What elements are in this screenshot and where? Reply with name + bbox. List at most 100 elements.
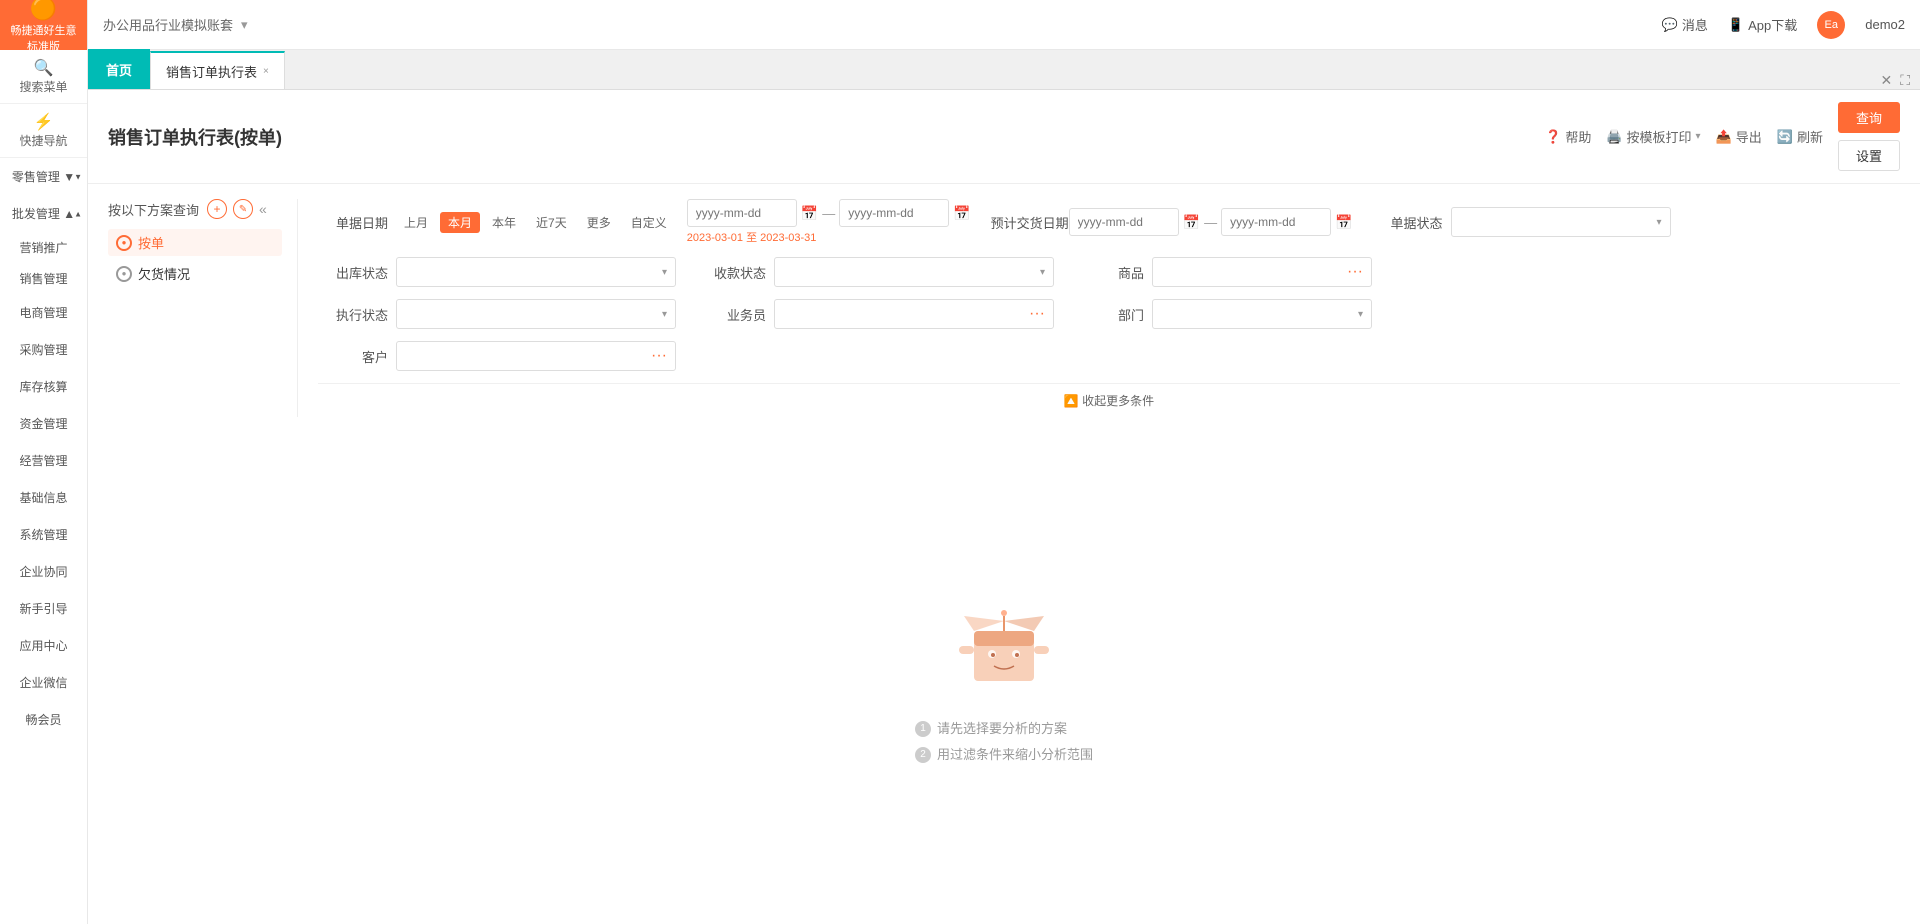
date-tag-more[interactable]: 更多 <box>579 212 619 233</box>
exec-caret: ▾ <box>662 309 667 320</box>
message-label: 消息 <box>1682 15 1708 34</box>
sidebar-search-label: 搜索菜单 <box>10 78 77 95</box>
receipt-status-select[interactable]: ▾ <box>774 257 1054 287</box>
tab-sales-order[interactable]: 销售订单执行表 × <box>150 51 285 89</box>
scheme-item-0[interactable]: ● 按单 <box>108 229 282 256</box>
sidebar-item-system[interactable]: 系统管理 <box>0 516 87 553</box>
refresh-icon: 🔄 <box>1777 129 1793 145</box>
scheme-icon-0: ● <box>116 235 132 251</box>
customer-ellipsis[interactable]: ··· <box>651 347 667 365</box>
edit-scheme-btn[interactable]: ✎ <box>233 199 253 219</box>
sidebar-item-ecommerce[interactable]: 电商管理 <box>0 294 87 331</box>
help-btn[interactable]: ❓ 帮助 <box>1545 127 1591 146</box>
expected-cal-from-icon[interactable]: 📅 <box>1183 214 1200 231</box>
exec-status-select[interactable]: ▾ <box>396 299 676 329</box>
customer-select[interactable]: ··· <box>396 341 676 371</box>
settings-btn[interactable]: 设置 <box>1838 140 1900 171</box>
app-download-btn[interactable]: 📱 App下载 <box>1728 15 1797 34</box>
scheme-icon-1: ● <box>116 266 132 282</box>
collapse-more-btn[interactable]: 🔼 收起更多条件 <box>318 383 1900 417</box>
goods-select[interactable]: ··· <box>1152 257 1372 287</box>
message-btn[interactable]: 💬 消息 <box>1662 15 1708 34</box>
filter-delivery-field: 出库状态 ▾ <box>318 257 676 287</box>
breadcrumb-arrow[interactable]: ▾ <box>241 17 248 33</box>
date-to-input[interactable] <box>839 199 949 227</box>
date-tag-7days[interactable]: 近7天 <box>528 212 575 233</box>
sidebar-item-finance[interactable]: 资金管理 <box>0 405 87 442</box>
expected-date-sep: — <box>1204 215 1217 230</box>
salesperson-ellipsis[interactable]: ··· <box>1029 305 1045 323</box>
export-btn[interactable]: 📤 导出 <box>1716 127 1762 146</box>
sidebar-item-basic[interactable]: 基础信息 <box>0 479 87 516</box>
sidebar-item-wholesale[interactable]: 批发管理 ▲ <box>0 195 87 232</box>
scheme-actions: + ✎ « <box>207 199 267 219</box>
sidebar-item-operations[interactable]: 经营管理 <box>0 442 87 479</box>
user-name[interactable]: demo2 <box>1865 17 1905 32</box>
date-tag-custom[interactable]: 自定义 <box>623 212 675 233</box>
app-download-label: App下载 <box>1748 15 1797 34</box>
date-tag-prev-month[interactable]: 上月 <box>396 212 436 233</box>
sidebar-sub-sales[interactable]: 销售管理 <box>0 263 87 294</box>
date-tag-this-month[interactable]: 本月 <box>440 212 480 233</box>
add-scheme-btn[interactable]: + <box>207 199 227 219</box>
empty-illustration <box>954 596 1054 696</box>
window-close-btn[interactable]: ✕ <box>1880 72 1892 89</box>
scheme-label-1: 欠货情况 <box>138 264 190 283</box>
sidebar-item-purchase[interactable]: 采购管理 <box>0 331 87 368</box>
filter-row-1: 单据日期 上月 本月 本年 近7天 更多 自定义 <box>318 199 1900 245</box>
exec-label: 执行状态 <box>318 305 388 324</box>
user-avatar[interactable]: Ea <box>1817 11 1845 39</box>
tip-num-2: 2 <box>915 747 931 763</box>
sidebar-sub-marketing[interactable]: 营销推广 <box>0 232 87 263</box>
sidebar-item-retail[interactable]: 零售管理 ▼ <box>0 158 87 195</box>
goods-ellipsis[interactable]: ··· <box>1347 263 1363 281</box>
export-icon: 📤 <box>1716 129 1732 145</box>
sidebar-item-newbie[interactable]: 新手引导 <box>0 590 87 627</box>
topbar-right: 💬 消息 📱 App下载 Ea demo2 <box>1662 11 1905 39</box>
topbar-left: 办公用品行业模拟账套 ▾ <box>103 15 248 34</box>
tabbar: 首页 销售订单执行表 × ✕ ⛶ <box>88 50 1920 90</box>
content-area: 1 请先选择要分析的方案 2 用过滤条件来缩小分析范围 <box>88 432 1920 924</box>
sidebar-item-member[interactable]: 畅会员 <box>0 701 87 738</box>
salesperson-select[interactable]: ··· <box>774 299 1054 329</box>
date-tag-this-year[interactable]: 本年 <box>484 212 524 233</box>
sidebar-search[interactable]: 🔍 搜索菜单 <box>0 50 87 104</box>
doc-status-select[interactable]: ▾ <box>1451 207 1671 237</box>
tab-home[interactable]: 首页 <box>88 49 150 89</box>
export-label: 导出 <box>1736 127 1762 146</box>
date-from-input[interactable] <box>687 199 797 227</box>
scheme-title-text: 按以下方案查询 <box>108 200 199 219</box>
date-separator: — <box>822 206 835 221</box>
filter-salesperson-field: 业务员 ··· <box>696 299 1054 329</box>
collapse-scheme-btn[interactable]: « <box>259 201 267 217</box>
query-btn[interactable]: 查询 <box>1838 102 1900 133</box>
sidebar-item-cooperation[interactable]: 企业协同 <box>0 553 87 590</box>
dept-select[interactable]: ▾ <box>1152 299 1372 329</box>
print-arrow[interactable]: ▾ <box>1696 131 1701 142</box>
message-icon: 💬 <box>1662 17 1678 33</box>
delivery-status-select[interactable]: ▾ <box>396 257 676 287</box>
refresh-btn[interactable]: 🔄 刷新 <box>1777 127 1823 146</box>
page-header-actions: ❓ 帮助 🖨️ 按模板打印 ▾ 📤 导出 🔄 刷新 查询 <box>1545 102 1900 171</box>
calendar-to-icon[interactable]: 📅 <box>953 205 970 222</box>
filter-row-2: 出库状态 ▾ 收款状态 ▾ <box>318 257 1900 287</box>
sidebar-item-wechat[interactable]: 企业微信 <box>0 664 87 701</box>
expected-cal-to-icon[interactable]: 📅 <box>1335 214 1352 231</box>
scheme-title-row: 按以下方案查询 + ✎ « <box>108 199 282 219</box>
app-logo[interactable]: 🟠 畅捷通好生意 标准版 <box>0 0 87 50</box>
sidebar-quick-nav[interactable]: ⚡ 快捷导航 <box>0 104 87 158</box>
tab-controls: ✕ ⛶ <box>1880 72 1920 89</box>
print-btn[interactable]: 🖨️ 按模板打印 ▾ <box>1606 127 1700 146</box>
sidebar-item-apps[interactable]: 应用中心 <box>0 627 87 664</box>
page-title: 销售订单执行表(按单) <box>108 124 282 150</box>
expected-date-to-input[interactable] <box>1221 208 1331 236</box>
refresh-label: 刷新 <box>1797 127 1823 146</box>
empty-tips: 1 请先选择要分析的方案 2 用过滤条件来缩小分析范围 <box>915 716 1093 768</box>
scheme-item-1[interactable]: ● 欠货情况 <box>108 260 282 287</box>
sidebar-item-inventory[interactable]: 库存核算 <box>0 368 87 405</box>
calendar-from-icon[interactable]: 📅 <box>801 205 818 222</box>
tab-close-icon[interactable]: × <box>263 66 269 77</box>
expected-date-from-input[interactable] <box>1069 208 1179 236</box>
tip-text-2: 用过滤条件来缩小分析范围 <box>937 742 1093 768</box>
window-expand-btn[interactable]: ⛶ <box>1900 72 1910 89</box>
